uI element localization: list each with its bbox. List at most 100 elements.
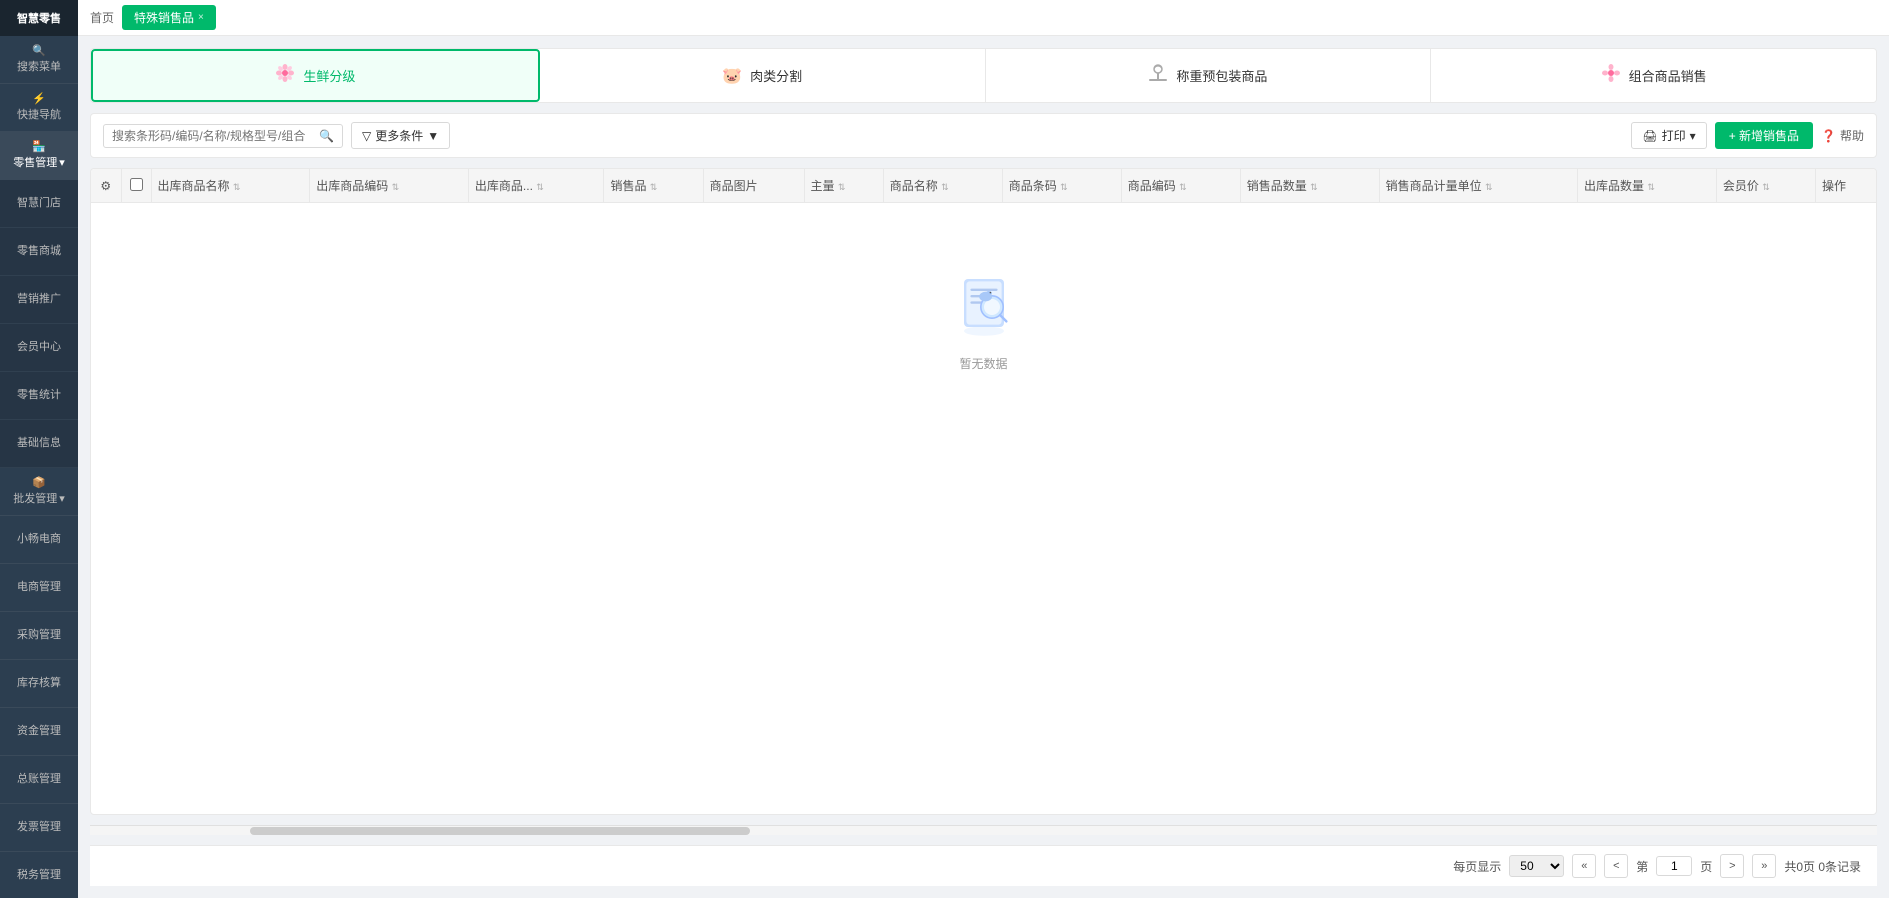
- search-input[interactable]: [112, 129, 315, 143]
- th-member-price[interactable]: 会员价 ⇅: [1716, 169, 1815, 203]
- topbar-active-tab[interactable]: 特殊销售品 ×: [122, 5, 216, 30]
- th-product-name[interactable]: 商品名称 ⇅: [883, 169, 1002, 203]
- sort-icon: ⇅: [392, 182, 400, 192]
- print-button[interactable]: 🖨 打印 ▾: [1631, 122, 1706, 149]
- data-table: ⚙ 出库商品名称 ⇅ 出库商品编码 ⇅ 出库: [91, 169, 1876, 432]
- th-sales-item[interactable]: 销售品 ⇅: [604, 169, 703, 203]
- subtab-meat-cut-label: 肉类分割: [750, 66, 802, 85]
- topbar-home[interactable]: 首页: [90, 9, 114, 26]
- content-area: 生鲜分级 🐷 肉类分割 称重预包装商品: [78, 36, 1889, 898]
- sidebar-item-ledger[interactable]: 总账管理: [0, 756, 78, 804]
- topbar-tab-close[interactable]: ×: [198, 12, 204, 23]
- sidebar-item-search-menu[interactable]: 🔍 搜索菜单: [0, 36, 78, 84]
- th-sales-qty[interactable]: 销售品数量 ⇅: [1240, 169, 1379, 203]
- subtab-fresh-grade[interactable]: 生鲜分级: [91, 49, 540, 102]
- next-page-button[interactable]: >: [1720, 854, 1744, 878]
- sidebar-item-label: 库存核算: [17, 676, 61, 691]
- sidebar-item-label: 快捷导航: [17, 108, 61, 123]
- page-suffix: 页: [1700, 858, 1712, 875]
- weigh-pack-icon: [1148, 63, 1168, 88]
- page-number-input[interactable]: [1656, 856, 1692, 876]
- subtab-meat-cut[interactable]: 🐷 肉类分割: [540, 49, 986, 102]
- sidebar-item-smart-store[interactable]: 智慧门店: [0, 180, 78, 228]
- last-page-button[interactable]: »: [1752, 854, 1776, 878]
- sidebar-item-purchase-mgmt[interactable]: 采购管理: [0, 612, 78, 660]
- sidebar-item-label: 电商管理: [17, 580, 61, 595]
- sidebar-item-retail-mgmt[interactable]: 🏪 零售管理 ▾: [0, 132, 78, 180]
- th-barcode[interactable]: 商品条码 ⇅: [1002, 169, 1121, 203]
- th-out-qty[interactable]: 出库品数量 ⇅: [1578, 169, 1717, 203]
- scrollbar-thumb[interactable]: [250, 827, 750, 835]
- sidebar-item-ecom-mgmt[interactable]: 电商管理: [0, 564, 78, 612]
- filter-arrow-icon: ▼: [427, 129, 439, 143]
- sidebar-item-mini-ecom[interactable]: 小畅电商: [0, 516, 78, 564]
- sidebar-item-retail-mall[interactable]: 零售商城: [0, 228, 78, 276]
- sidebar-item-member-center[interactable]: 会员中心: [0, 324, 78, 372]
- select-all-checkbox[interactable]: [130, 178, 143, 191]
- retail-submenu: 智慧门店 零售商城 营销推广 会员中心 零售统计 基础信息: [0, 180, 78, 468]
- sidebar-item-basic-info[interactable]: 基础信息: [0, 420, 78, 468]
- page-prefix: 第: [1636, 858, 1648, 875]
- th-product-code[interactable]: 商品编码 ⇅: [1121, 169, 1240, 203]
- sort-icon: ⇅: [233, 182, 241, 192]
- empty-state-row: 暂无数据: [91, 203, 1876, 433]
- filter-button[interactable]: ▽ 更多条件 ▼: [351, 122, 450, 149]
- first-page-button[interactable]: «: [1572, 854, 1596, 878]
- sidebar-item-label: 零售统计: [17, 388, 61, 403]
- th-product-image[interactable]: 商品图片: [703, 169, 804, 203]
- subtab-combo-sales[interactable]: 组合商品销售: [1431, 49, 1876, 102]
- th-out-product-code[interactable]: 出库商品编码 ⇅: [310, 169, 469, 203]
- search-icon: 🔍: [319, 129, 334, 143]
- th-out-product-x[interactable]: 出库商品... ⇅: [468, 169, 604, 203]
- search-menu-icon: 🔍: [32, 44, 46, 59]
- th-action: 操作: [1815, 169, 1876, 203]
- sidebar-item-invoice-mgmt[interactable]: 发票管理: [0, 804, 78, 852]
- sort-icon: ⇅: [1060, 182, 1068, 192]
- filter-icon: ▽: [362, 129, 371, 143]
- per-page-label: 每页显示: [1453, 858, 1501, 875]
- sort-icon: ⇅: [1647, 182, 1655, 192]
- help-button[interactable]: ❓ 帮助: [1821, 127, 1864, 144]
- th-out-product-name[interactable]: 出库商品名称 ⇅: [151, 169, 310, 203]
- subtab-weigh-pack[interactable]: 称重预包装商品: [986, 49, 1432, 102]
- subtab-fresh-grade-label: 生鲜分级: [303, 66, 355, 85]
- toolbar-left: 🔍 ▽ 更多条件 ▼: [103, 122, 450, 149]
- search-box[interactable]: 🔍: [103, 124, 343, 148]
- sidebar-item-wholesale-mgmt[interactable]: 📦 批发管理 ▾: [0, 468, 78, 516]
- subtab-bar: 生鲜分级 🐷 肉类分割 称重预包装商品: [90, 48, 1877, 103]
- sidebar-item-label: 智慧门店: [17, 196, 61, 211]
- sort-icon: ⇅: [941, 182, 949, 192]
- sort-icon: ⇅: [536, 182, 544, 192]
- sidebar-item-tax-mgmt[interactable]: 税务管理: [0, 852, 78, 898]
- meat-cut-icon: 🐷: [722, 66, 742, 86]
- combo-sales-icon: [1601, 63, 1621, 88]
- data-table-container: ⚙ 出库商品名称 ⇅ 出库商品编码 ⇅ 出库: [90, 168, 1877, 815]
- sidebar-item-label: 总账管理: [17, 772, 61, 787]
- sidebar-item-retail-stats[interactable]: 零售统计: [0, 372, 78, 420]
- th-weight[interactable]: 主量 ⇅: [804, 169, 883, 203]
- wholesale-mgmt-icon: 📦: [32, 476, 46, 491]
- sidebar-item-finance[interactable]: 资金管理: [0, 708, 78, 756]
- sidebar-item-label: 小畅电商: [17, 532, 61, 547]
- new-button[interactable]: + 新增销售品: [1715, 122, 1813, 149]
- sidebar-item-sales-promo[interactable]: 营销推广: [0, 276, 78, 324]
- sidebar-item-quick-nav[interactable]: ⚡ 快捷导航: [0, 84, 78, 132]
- sidebar-item-label: 零售管理 ▾: [13, 156, 65, 171]
- subtab-combo-sales-label: 组合商品销售: [1629, 66, 1707, 85]
- quick-nav-icon: ⚡: [32, 92, 46, 107]
- per-page-select[interactable]: 50 10 20 100: [1509, 855, 1564, 877]
- sidebar-item-inventory[interactable]: 库存核算: [0, 660, 78, 708]
- th-sales-unit[interactable]: 销售商品计量单位 ⇅: [1379, 169, 1577, 203]
- table-header-row: ⚙ 出库商品名称 ⇅ 出库商品编码 ⇅ 出库: [91, 169, 1876, 203]
- sidebar-item-label: 批发管理 ▾: [13, 492, 65, 507]
- prev-page-button[interactable]: <: [1604, 854, 1628, 878]
- sidebar-item-label: 营销推广: [17, 292, 61, 307]
- print-icon: 🖨: [1642, 129, 1657, 143]
- help-label: 帮助: [1840, 127, 1864, 144]
- th-checkbox[interactable]: [121, 169, 151, 203]
- th-gear[interactable]: ⚙: [91, 169, 121, 203]
- sidebar-item-label: 资金管理: [17, 724, 61, 739]
- horizontal-scrollbar[interactable]: [90, 825, 1877, 835]
- print-label: 打印: [1662, 127, 1686, 144]
- subtab-weigh-pack-label: 称重预包装商品: [1176, 66, 1267, 85]
